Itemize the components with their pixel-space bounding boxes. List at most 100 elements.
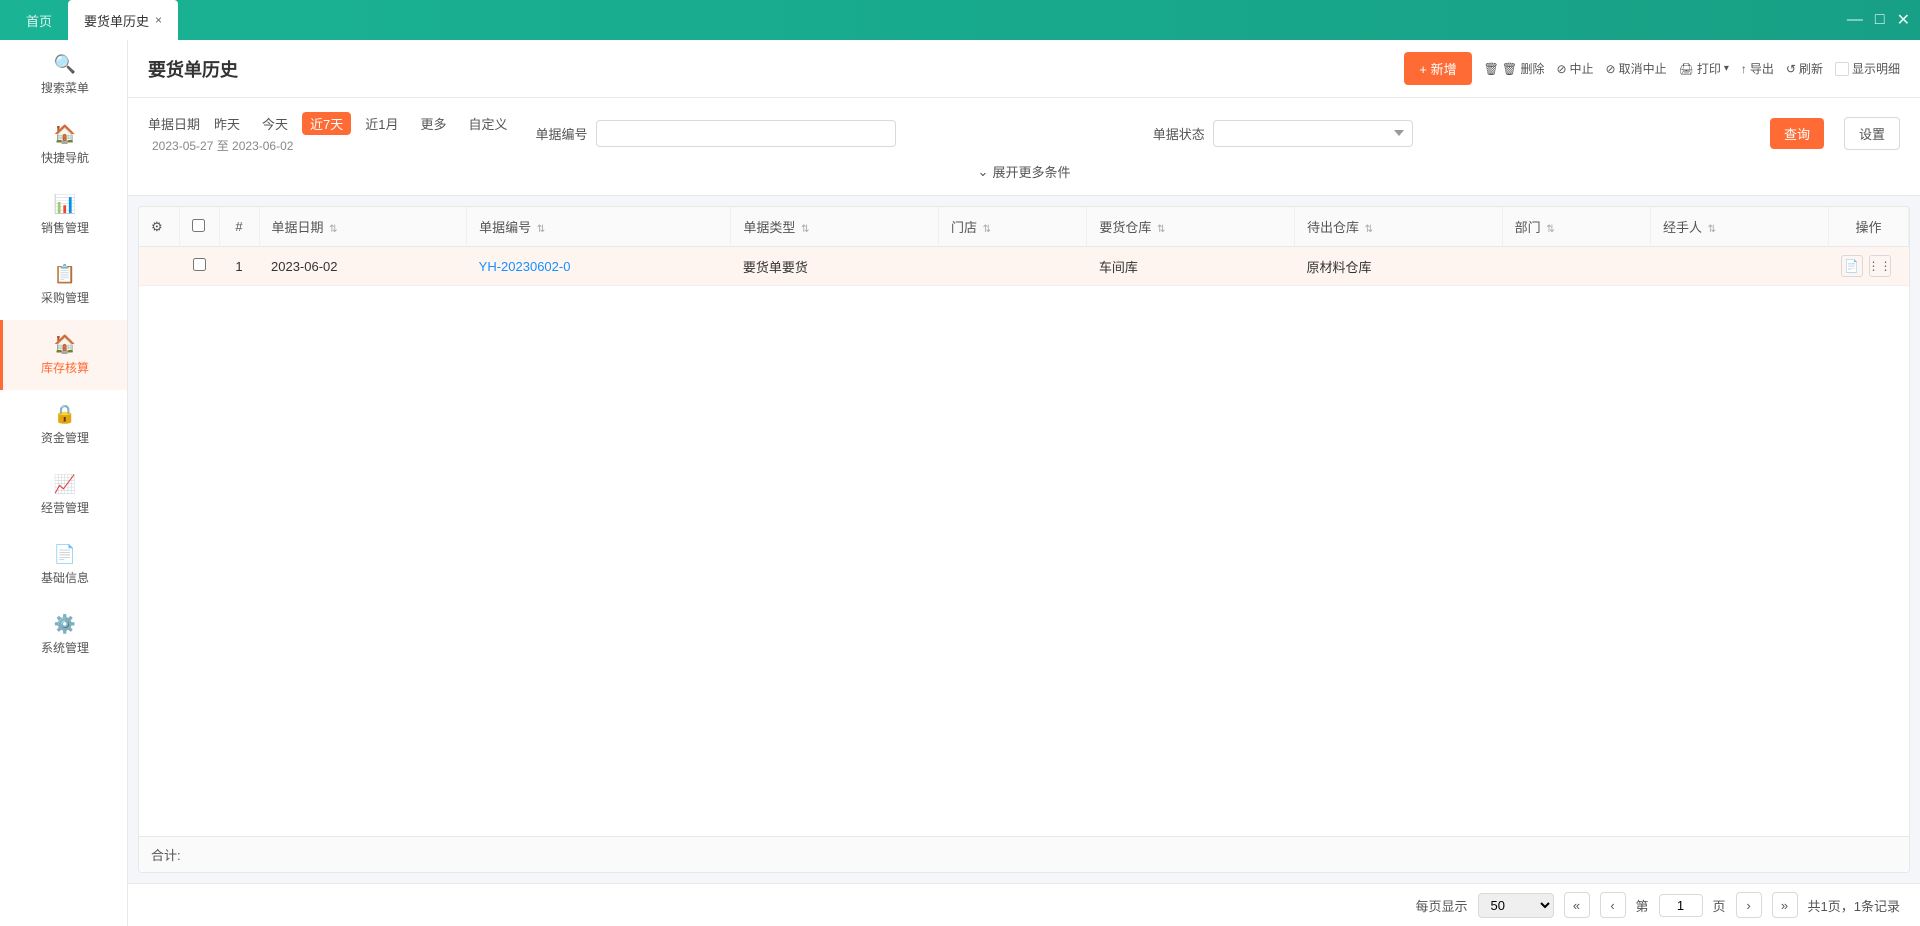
th-settings[interactable]: ⚙ — [139, 207, 179, 247]
inventory-icon: 🏠 — [54, 334, 76, 355]
doc-status-select[interactable] — [1213, 120, 1413, 147]
doc-status-filter-group: 单据状态 — [1153, 120, 1750, 147]
maximize-icon[interactable]: □ — [1875, 11, 1885, 29]
sort-doc-date-icon: ⇅ — [329, 224, 337, 235]
row-doc-number: YH-20230602-0 — [467, 247, 731, 286]
last-page-button[interactable]: » — [1772, 892, 1798, 918]
close-tab-icon[interactable]: × — [155, 13, 162, 27]
date-option-1month[interactable]: 近1月 — [357, 112, 406, 135]
th-doc-type[interactable]: 单据类型 ⇅ — [731, 207, 939, 247]
th-number: # — [219, 207, 259, 247]
sidebar-item-basic-info[interactable]: 📄 基础信息 — [0, 530, 127, 600]
delete-icon: 🗑 — [1484, 62, 1499, 76]
date-option-more[interactable]: 更多 — [413, 112, 455, 135]
sort-doc-type-icon: ⇅ — [801, 224, 809, 235]
sidebar-item-system-mgmt[interactable]: ⚙️ 系统管理 — [0, 600, 127, 670]
doc-number-link[interactable]: YH-20230602-0 — [479, 259, 571, 274]
page-suffix: 页 — [1713, 896, 1726, 915]
th-handler[interactable]: 经手人 ⇅ — [1650, 207, 1828, 247]
stop-button[interactable]: ⊘ 中止 — [1556, 60, 1593, 77]
sidebar-item-inventory[interactable]: 🏠 库存核算 — [0, 320, 127, 390]
query-button[interactable]: 查询 — [1770, 118, 1824, 149]
row-handler — [1650, 247, 1828, 286]
doc-number-input[interactable] — [596, 120, 896, 147]
per-page-select[interactable]: 20 50 100 200 — [1478, 893, 1554, 918]
print-button[interactable]: 🖨 打印 ▾ — [1679, 60, 1729, 77]
page-input[interactable] — [1659, 894, 1703, 917]
print-icon: 🖨 — [1679, 62, 1694, 76]
content-area: 要货单历史 + 新增 🗑 🗑 删除 ⊘ 中止 ⊘ 取消中止 🖨 打印 — [128, 40, 1920, 926]
sort-store-icon: ⇅ — [983, 224, 991, 235]
sort-department-icon: ⇅ — [1546, 224, 1554, 235]
sidebar-item-finance-mgmt[interactable]: 🔒 资金管理 — [0, 390, 127, 460]
sidebar-item-purchase-mgmt[interactable]: 📋 采购管理 — [0, 250, 127, 320]
delete-button[interactable]: 🗑 🗑 删除 — [1484, 60, 1545, 77]
table-footer: 合计: — [139, 836, 1909, 872]
sort-handler-icon: ⇅ — [1708, 224, 1716, 235]
th-store[interactable]: 门店 ⇅ — [939, 207, 1087, 247]
date-option-today[interactable]: 今天 — [254, 112, 296, 135]
next-page-button[interactable]: › — [1736, 892, 1762, 918]
sidebar-item-operations-mgmt[interactable]: 📈 经营管理 — [0, 460, 127, 530]
top-bar: 首页 要货单历史 × — □ ✕ — [0, 0, 1920, 40]
row-action: 📄 ⋮⋮ — [1829, 247, 1909, 286]
page-title: 要货单历史 — [148, 56, 238, 82]
tab-home[interactable]: 首页 — [10, 0, 68, 40]
row-edit-icon[interactable]: 📄 — [1841, 255, 1863, 277]
th-department[interactable]: 部门 ⇅ — [1502, 207, 1650, 247]
th-pending-warehouse[interactable]: 待出仓库 ⇅ — [1294, 207, 1502, 247]
date-option-yesterday[interactable]: 昨天 — [206, 112, 248, 135]
purchase-icon: 📋 — [54, 264, 76, 285]
export-button[interactable]: ↑ 导出 — [1741, 60, 1774, 77]
cancel-stop-button[interactable]: ⊘ 取消中止 — [1606, 60, 1667, 77]
th-doc-date[interactable]: 单据日期 ⇅ — [259, 207, 467, 247]
row-checkbox[interactable] — [193, 258, 206, 271]
table-body: 1 2023-06-02 YH-20230602-0 要货单要货 车间库 原材料… — [139, 247, 1909, 286]
sidebar-item-quick-nav[interactable]: 🏠 快捷导航 — [0, 110, 127, 180]
date-filter-group: 单据日期 昨天 今天 近7天 近1月 更多 自定义 2023-05-27 至 2… — [148, 112, 516, 154]
th-doc-number[interactable]: 单据编号 ⇅ — [467, 207, 731, 247]
row-doc-date: 2023-06-02 — [259, 247, 467, 286]
table-row: 1 2023-06-02 YH-20230602-0 要货单要货 车间库 原材料… — [139, 247, 1909, 286]
doc-number-filter-group: 单据编号 — [536, 120, 1133, 147]
new-button[interactable]: + 新增 — [1404, 52, 1471, 85]
row-delete-icon[interactable]: ⋮⋮ — [1869, 255, 1891, 277]
row-department — [1502, 247, 1650, 286]
display-detail-checkbox[interactable] — [1835, 62, 1849, 76]
select-all-checkbox[interactable] — [192, 219, 205, 232]
summary-label: 合计: — [151, 845, 181, 864]
date-option-custom[interactable]: 自定义 — [461, 112, 516, 135]
date-filter-label: 单据日期 — [148, 114, 200, 133]
tab-requisition-history[interactable]: 要货单历史 × — [68, 0, 178, 40]
data-table: ⚙ # 单据日期 ⇅ 单据编号 ⇅ — [139, 207, 1909, 286]
basic-info-icon: 📄 — [54, 544, 76, 565]
row-doc-type: 要货单要货 — [731, 247, 939, 286]
per-page-label: 每页显示 — [1415, 896, 1467, 915]
refresh-button[interactable]: ↺ 刷新 — [1786, 60, 1823, 77]
search-menu-icon: 🔍 — [54, 54, 76, 75]
settings-button[interactable]: 设置 — [1844, 117, 1900, 150]
close-window-icon[interactable]: ✕ — [1897, 10, 1910, 30]
finance-icon: 🔒 — [54, 404, 76, 425]
th-req-warehouse[interactable]: 要货仓库 ⇅ — [1087, 207, 1295, 247]
export-icon: ↑ — [1741, 62, 1747, 76]
sidebar-item-sales-mgmt[interactable]: 📊 销售管理 — [0, 180, 127, 250]
table-area: ⚙ # 单据日期 ⇅ 单据编号 ⇅ — [138, 206, 1910, 873]
header-actions: + 新增 🗑 🗑 删除 ⊘ 中止 ⊘ 取消中止 🖨 打印 ▾ — [1404, 52, 1900, 85]
refresh-icon: ↺ — [1786, 62, 1796, 76]
date-option-7days[interactable]: 近7天 — [302, 112, 351, 135]
doc-status-label: 单据状态 — [1153, 124, 1205, 143]
expand-more-button[interactable]: ⌄ 展开更多条件 — [148, 162, 1900, 181]
doc-number-label: 单据编号 — [536, 124, 588, 143]
sidebar-item-search-menu[interactable]: 🔍 搜索菜单 — [0, 40, 127, 110]
pagination-bar: 每页显示 20 50 100 200 « ‹ 第 页 › » 共1页，1条记录 — [128, 883, 1920, 926]
prev-page-button[interactable]: ‹ — [1600, 892, 1626, 918]
filter-row: 单据日期 昨天 今天 近7天 近1月 更多 自定义 2023-05-27 至 2… — [148, 112, 1900, 154]
main-layout: 🔍 搜索菜单 🏠 快捷导航 📊 销售管理 📋 采购管理 🏠 库存核算 🔒 资金管… — [0, 40, 1920, 926]
th-checkbox — [179, 207, 219, 247]
minimize-icon[interactable]: — — [1847, 11, 1863, 29]
quick-nav-icon: 🏠 — [54, 124, 76, 145]
display-detail-button[interactable]: 显示明细 — [1835, 60, 1900, 77]
first-page-button[interactable]: « — [1564, 892, 1590, 918]
row-pending-warehouse: 原材料仓库 — [1294, 247, 1502, 286]
